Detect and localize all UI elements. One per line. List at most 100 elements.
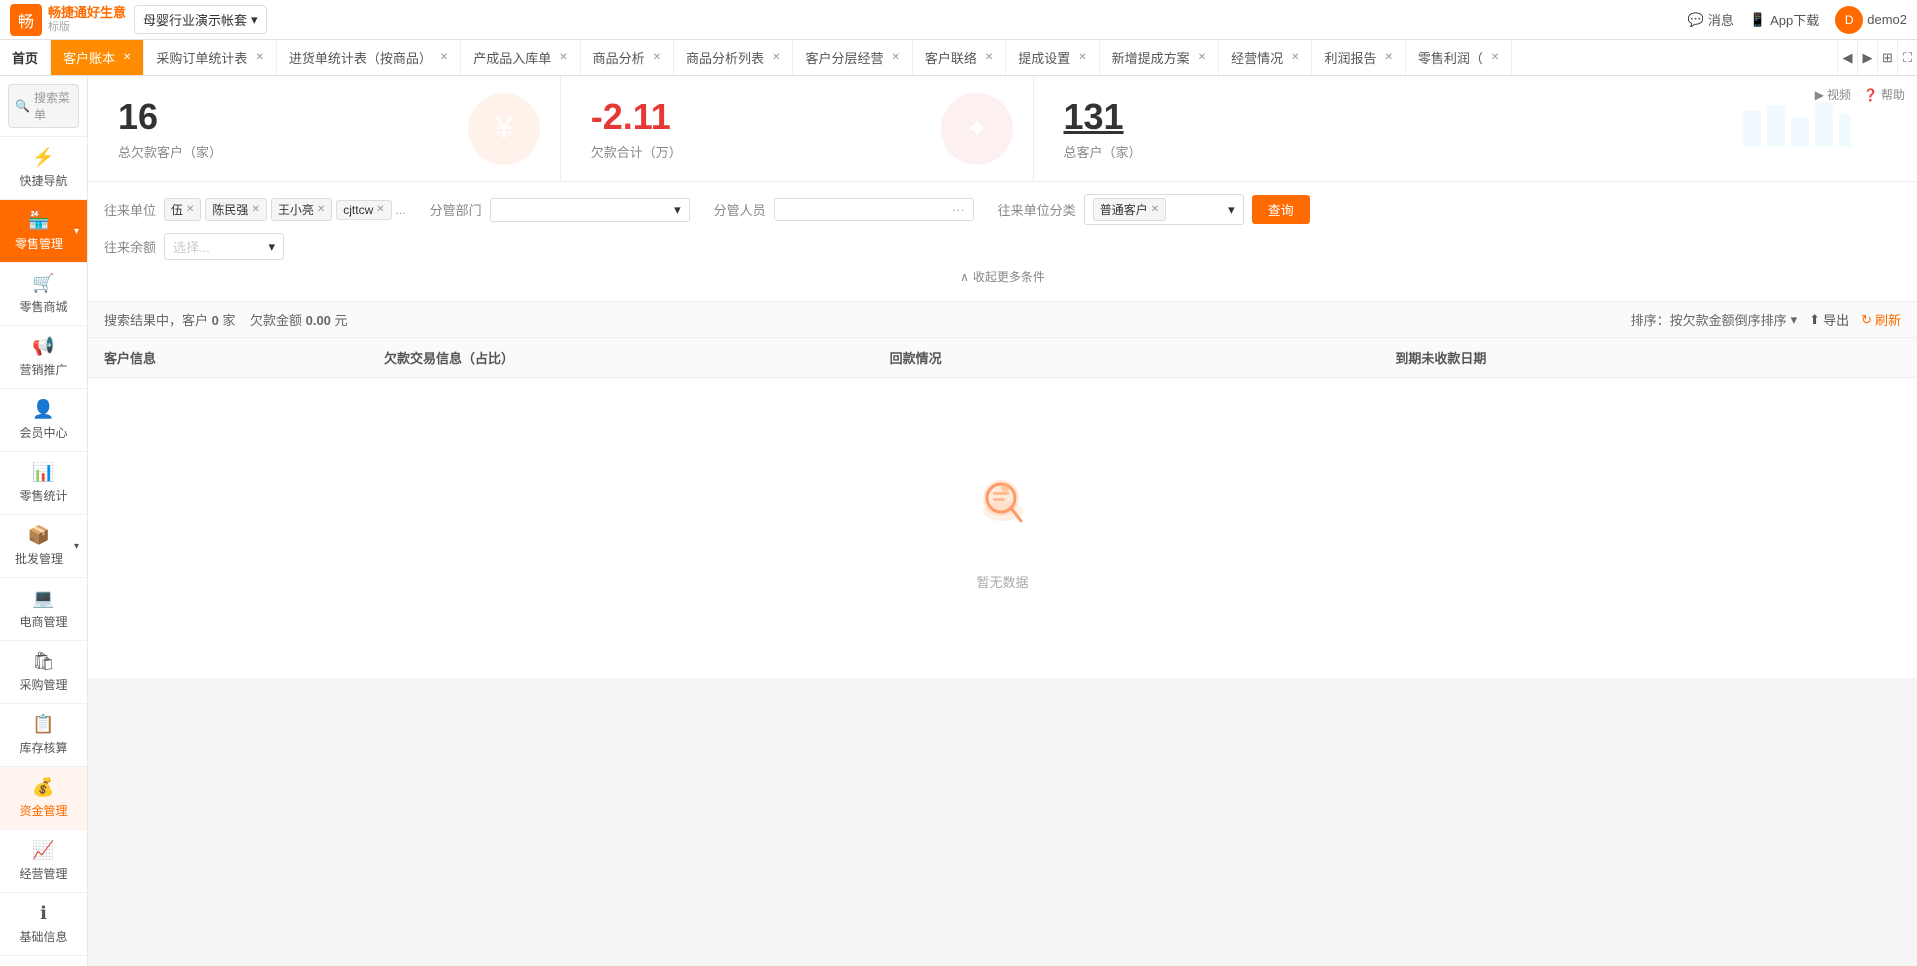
tab-account[interactable]: 客户账本 ✕ bbox=[51, 40, 144, 76]
close-icon[interactable]: ✕ bbox=[1491, 52, 1499, 63]
tab-customer-connect[interactable]: 客户联络 ✕ bbox=[913, 40, 1006, 76]
close-icon[interactable]: ✕ bbox=[559, 52, 567, 63]
help-icon: ❓ bbox=[1863, 88, 1878, 102]
refresh-icon: ↻ bbox=[1861, 312, 1872, 328]
close-icon[interactable]: ✕ bbox=[440, 52, 448, 63]
sort-select[interactable]: 排序：按欠款金额倒序排序 ▾ bbox=[1631, 310, 1798, 329]
nav-expand-icon[interactable]: ⊞ bbox=[1877, 40, 1897, 76]
col-debt-info: 欠款交易信息（占比） bbox=[384, 348, 890, 367]
video-btn[interactable]: ▶ 视频 bbox=[1815, 86, 1851, 103]
tab-goods-analysis[interactable]: 商品分析 ✕ bbox=[581, 40, 674, 76]
tab-purchase-order[interactable]: 采购订单统计表 ✕ bbox=[144, 40, 276, 76]
sidebar-item-ecommerce[interactable]: 💻 电商管理 bbox=[0, 578, 87, 641]
close-icon[interactable]: ✕ bbox=[985, 52, 993, 63]
close-icon[interactable]: ✕ bbox=[891, 52, 899, 63]
sidebar-item-retail-store[interactable]: 🛒 零售商城 bbox=[0, 263, 87, 326]
sidebar-item-ops[interactable]: 📈 经营管理 bbox=[0, 830, 87, 893]
purchase-icon: 🛍 bbox=[32, 651, 55, 672]
message-btn[interactable]: 💬 消息 bbox=[1688, 10, 1734, 29]
tab-retail-profit[interactable]: 零售利润（ ✕ bbox=[1406, 40, 1512, 76]
balance-select[interactable]: 选择... ▾ bbox=[164, 233, 284, 260]
tag-close-wang[interactable]: ✕ bbox=[317, 204, 325, 215]
account-selector[interactable]: 母婴行业演示帐套 ▾ bbox=[134, 5, 267, 34]
nav-left-arrow[interactable]: ◀ bbox=[1837, 40, 1857, 76]
col-due-date: 到期未收款日期 bbox=[1395, 348, 1901, 367]
message-icon: 💬 bbox=[1688, 12, 1704, 28]
sidebar-item-system[interactable]: ⚙ 系统管理 bbox=[0, 956, 87, 966]
collapse-filter-btn[interactable]: ∧ 收起更多条件 bbox=[104, 268, 1901, 285]
search-menu-btn[interactable]: 🔍 搜索菜单 bbox=[8, 84, 79, 128]
close-icon[interactable]: ✕ bbox=[772, 52, 780, 63]
nav-fullscreen-icon[interactable]: ⛶ bbox=[1897, 40, 1917, 76]
sidebar-item-marketing[interactable]: 📢 营销推广 bbox=[0, 326, 87, 389]
tab-purchase-stat[interactable]: 进货单统计表（按商品） ✕ bbox=[277, 40, 461, 76]
sidebar: 🔍 搜索菜单 ⚡ 快捷导航 🏪 零售管理 ▾ 🛒 零售商城 📢 营销推广 👤 会… bbox=[0, 76, 88, 966]
tab-reminder[interactable]: 提成设置 ✕ bbox=[1006, 40, 1099, 76]
close-icon[interactable]: ✕ bbox=[653, 52, 661, 63]
filter-row-1: 往来单位 伍 ✕ 陈民强 ✕ 王小亮 ✕ cjttcw bbox=[104, 194, 1901, 225]
sidebar-item-retail-mgmt[interactable]: 🏪 零售管理 ▾ bbox=[0, 200, 87, 263]
unit-filter-label: 往来单位 bbox=[104, 200, 156, 219]
refresh-btn[interactable]: ↻ 刷新 bbox=[1861, 310, 1901, 329]
filter-more-tags[interactable]: ... bbox=[396, 203, 406, 217]
table-header: 客户信息 欠款交易信息（占比） 回款情况 到期未收款日期 bbox=[88, 338, 1917, 378]
tag-close-chen[interactable]: ✕ bbox=[251, 204, 259, 215]
chevron-up-icon: ∧ bbox=[960, 270, 969, 284]
unit-class-tags: 普通客户 ✕ bbox=[1093, 198, 1228, 221]
filter-tag-normal-customer: 普通客户 ✕ bbox=[1093, 198, 1166, 221]
sidebar-search: 🔍 搜索菜单 bbox=[0, 76, 87, 137]
filter-tag-wang: 王小亮 ✕ bbox=[271, 198, 332, 221]
summary-card-total-customers: ▶ 视频 ❓ 帮助 131 总客户（家） bbox=[1034, 76, 1917, 181]
sidebar-item-member[interactable]: 👤 会员中心 bbox=[0, 389, 87, 452]
tab-new-plan[interactable]: 新增提成方案 ✕ bbox=[1100, 40, 1219, 76]
query-button[interactable]: 查询 bbox=[1252, 195, 1310, 224]
sidebar-item-basic[interactable]: ℹ 基础信息 bbox=[0, 893, 87, 956]
sidebar-item-retail-stat[interactable]: 📊 零售统计 bbox=[0, 452, 87, 515]
person-select[interactable]: ··· bbox=[774, 198, 974, 221]
tab-customer-tier[interactable]: 客户分层经营 ✕ bbox=[793, 40, 912, 76]
close-icon[interactable]: ✕ bbox=[1078, 52, 1086, 63]
card1-bg-icon: ¥ bbox=[464, 89, 544, 169]
close-icon[interactable]: ✕ bbox=[255, 52, 263, 63]
member-icon: 👤 bbox=[32, 399, 54, 420]
sidebar-item-finance[interactable]: 💰 资金管理 bbox=[0, 767, 87, 830]
tab-operations[interactable]: 经营情况 ✕ bbox=[1219, 40, 1312, 76]
export-btn[interactable]: ⬆ 导出 bbox=[1809, 310, 1849, 329]
chevron-down-icon: ▾ bbox=[1791, 312, 1798, 328]
nav-right-arrow[interactable]: ▶ bbox=[1857, 40, 1877, 76]
sidebar-item-quick-nav[interactable]: ⚡ 快捷导航 bbox=[0, 137, 87, 200]
balance-filter-label: 往来余额 bbox=[104, 237, 156, 256]
col-repayment: 回款情况 bbox=[890, 348, 1396, 367]
card3-bg-icon bbox=[1737, 99, 1857, 159]
sidebar-item-inventory[interactable]: 📋 库存核算 bbox=[0, 704, 87, 767]
user-menu[interactable]: D demo2 bbox=[1835, 6, 1907, 34]
tag-close-wu[interactable]: ✕ bbox=[186, 204, 194, 215]
no-data-illustration bbox=[963, 466, 1043, 546]
unit-class-select[interactable]: 普通客户 ✕ ▾ bbox=[1084, 194, 1244, 225]
sidebar-item-wholesale[interactable]: 📦 批发管理 ▾ bbox=[0, 515, 87, 578]
dept-select[interactable]: ▾ bbox=[490, 198, 690, 222]
tab-home[interactable]: 首页 bbox=[0, 40, 51, 76]
ellipsis-icon: ··· bbox=[952, 202, 965, 217]
close-icon[interactable]: ✕ bbox=[1291, 52, 1299, 63]
marketing-icon: 📢 bbox=[32, 336, 54, 357]
main-layout: 🔍 搜索菜单 ⚡ 快捷导航 🏪 零售管理 ▾ 🛒 零售商城 📢 营销推广 👤 会… bbox=[0, 76, 1917, 966]
quick-nav-icon: ⚡ bbox=[32, 147, 54, 168]
app-download-btn[interactable]: 📱 App下载 bbox=[1750, 10, 1819, 29]
sidebar-item-purchase[interactable]: 🛍 采购管理 bbox=[0, 641, 87, 704]
close-icon[interactable]: ✕ bbox=[1385, 52, 1393, 63]
close-icon[interactable]: ✕ bbox=[123, 52, 131, 63]
tag-close-cjttcw[interactable]: ✕ bbox=[376, 204, 384, 215]
retail-mgmt-icon: 🏪 bbox=[28, 210, 50, 231]
empty-state: 暂无数据 bbox=[963, 466, 1043, 591]
summary-card-debt-total: ✦ -2.11 欠款合计（万） bbox=[561, 76, 1034, 181]
tab-product-entry[interactable]: 产成品入库单 ✕ bbox=[461, 40, 580, 76]
close-icon[interactable]: ✕ bbox=[1198, 52, 1206, 63]
filter-tag-chen: 陈民强 ✕ bbox=[205, 198, 266, 221]
tab-goods-analysis-list[interactable]: 商品分析列表 ✕ bbox=[674, 40, 793, 76]
help-btn[interactable]: ❓ 帮助 bbox=[1863, 86, 1905, 103]
tag-close-normal[interactable]: ✕ bbox=[1151, 204, 1159, 215]
chevron-icon: ▾ bbox=[74, 226, 79, 237]
tab-profit-report[interactable]: 利润报告 ✕ bbox=[1312, 40, 1405, 76]
logo-area: 畅 畅捷通好生意 标版 bbox=[10, 4, 126, 36]
